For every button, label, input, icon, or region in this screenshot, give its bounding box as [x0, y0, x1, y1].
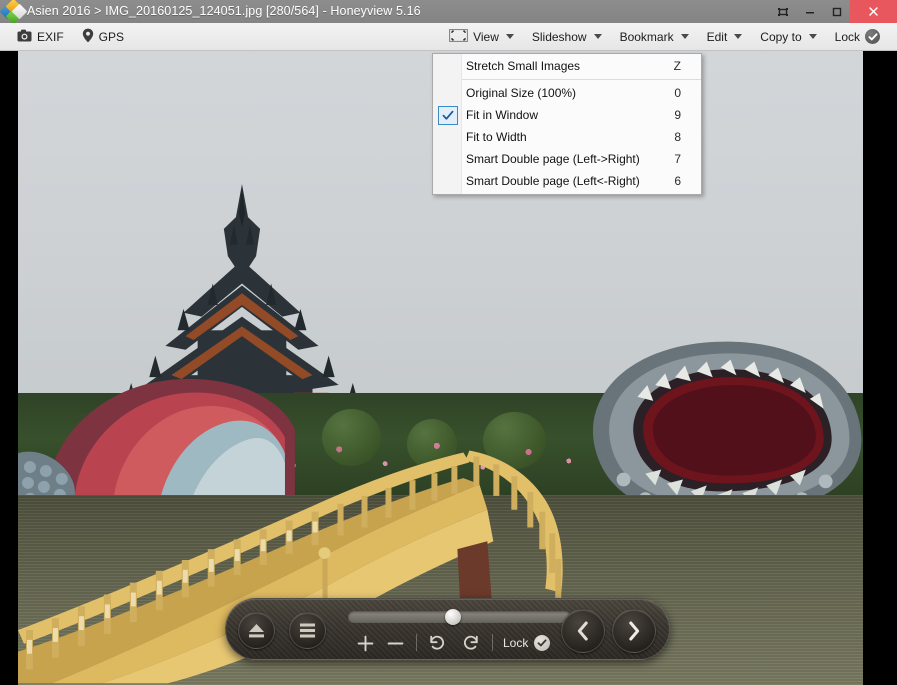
- eject-button[interactable]: [238, 612, 275, 649]
- title-bar: Asien 2016 > IMG_20160125_124051.jpg [28…: [0, 0, 897, 25]
- chevron-down-icon: [505, 34, 514, 39]
- zoom-slider[interactable]: [348, 609, 571, 625]
- chevron-down-icon: [680, 34, 689, 39]
- menu-gutter: [433, 104, 462, 126]
- menu-item-stretch-small-images[interactable]: Stretch Small Images Z: [433, 55, 701, 77]
- zoom-out-button[interactable]: [384, 632, 406, 654]
- bottom-lock-toggle[interactable]: Lock: [503, 635, 551, 651]
- menu-item-shortcut: 0: [674, 86, 681, 100]
- minimize-window-button[interactable]: [796, 0, 823, 23]
- gps-button[interactable]: GPS: [73, 24, 133, 50]
- close-window-button[interactable]: [850, 0, 897, 23]
- chevron-down-icon: [593, 34, 602, 39]
- camera-icon: [17, 29, 32, 45]
- menu-item-label: Fit in Window: [466, 108, 539, 122]
- edit-menu-label: Edit: [706, 29, 728, 44]
- maximize-window-button[interactable]: [823, 0, 850, 23]
- rotate-right-button[interactable]: [460, 632, 482, 654]
- menu-button[interactable]: [289, 612, 326, 649]
- exif-label: EXIF: [37, 29, 64, 44]
- menu-gutter: [433, 148, 462, 170]
- previous-image-button[interactable]: [561, 609, 605, 653]
- lock-toolbar-label: Lock: [834, 29, 860, 44]
- menu-item-shortcut: Z: [673, 59, 681, 73]
- menu-separator: [462, 79, 701, 80]
- menu-gutter: [433, 55, 462, 77]
- menu-item-smart-double-page-ltr[interactable]: Smart Double page (Left->Right) 7: [433, 148, 701, 170]
- menu-item-label: Stretch Small Images: [466, 59, 581, 73]
- toolbar-divider-1: [416, 634, 417, 651]
- slideshow-menu-label: Slideshow: [531, 29, 587, 44]
- app-logo-icon: [0, 0, 28, 25]
- menu-item-label: Original Size (100%): [466, 86, 577, 100]
- menu-gutter: [433, 170, 462, 192]
- lock-toggle-button[interactable]: Lock: [826, 24, 889, 50]
- check-circle-icon: [534, 635, 551, 651]
- fit-frame-icon: [449, 28, 468, 45]
- check-circle-icon: [865, 29, 880, 44]
- zoom-slider-handle[interactable]: [445, 609, 461, 625]
- gps-label: GPS: [98, 29, 125, 44]
- checkmark-icon: [437, 105, 458, 125]
- view-menu-label: View: [473, 29, 499, 44]
- bottom-control-bar: Lock: [225, 598, 670, 660]
- menu-item-label: Smart Double page (Left<-Right): [466, 174, 640, 188]
- menu-item-fit-in-window[interactable]: Fit in Window 9: [433, 104, 701, 126]
- view-menu-button[interactable]: View: [440, 24, 523, 50]
- rotate-left-button[interactable]: [426, 632, 448, 654]
- menu-item-shortcut: 6: [674, 174, 681, 188]
- copy-to-menu-button[interactable]: Copy to: [751, 24, 825, 50]
- menu-gutter: [433, 82, 462, 104]
- chevron-down-icon: [734, 34, 743, 39]
- restore-window-button[interactable]: [769, 0, 796, 23]
- edit-menu-button[interactable]: Edit: [698, 24, 752, 50]
- bookmark-menu-button[interactable]: Bookmark: [611, 24, 698, 50]
- exif-button[interactable]: EXIF: [8, 24, 73, 50]
- copy-to-menu-label: Copy to: [760, 29, 802, 44]
- menu-gutter: [433, 126, 462, 148]
- main-toolbar: EXIF GPS View Slideshow Bookmark Edit Co…: [0, 23, 897, 51]
- menu-item-fit-to-width[interactable]: Fit to Width 8: [433, 126, 701, 148]
- location-pin-icon: [82, 28, 94, 46]
- menu-item-shortcut: 8: [674, 130, 681, 144]
- chevron-down-icon: [808, 34, 817, 39]
- toolbar-divider-2: [492, 634, 493, 651]
- menu-item-original-size[interactable]: Original Size (100%) 0: [433, 82, 701, 104]
- slideshow-menu-button[interactable]: Slideshow: [523, 24, 611, 50]
- bookmark-menu-label: Bookmark: [619, 29, 674, 44]
- zoom-in-button[interactable]: [354, 632, 376, 654]
- menu-item-shortcut: 9: [674, 108, 681, 122]
- next-image-button[interactable]: [612, 609, 656, 653]
- honeyview-window: Asien 2016 > IMG_20160125_124051.jpg [28…: [0, 0, 897, 685]
- menu-item-shortcut: 7: [674, 152, 681, 166]
- menu-item-label: Smart Double page (Left->Right): [466, 152, 640, 166]
- view-dropdown-menu[interactable]: Stretch Small Images Z Original Size (10…: [432, 53, 702, 195]
- bottom-lock-label: Lock: [503, 636, 529, 650]
- window-controls: [769, 0, 897, 23]
- menu-item-smart-double-page-rtl[interactable]: Smart Double page (Left<-Right) 6: [433, 170, 701, 192]
- toolbar-left-group: EXIF GPS: [0, 24, 133, 50]
- menu-item-label: Fit to Width: [466, 130, 527, 144]
- window-title: Asien 2016 > IMG_20160125_124051.jpg [28…: [27, 4, 421, 18]
- toolbar-right-group: View Slideshow Bookmark Edit Copy to Loc…: [440, 24, 897, 50]
